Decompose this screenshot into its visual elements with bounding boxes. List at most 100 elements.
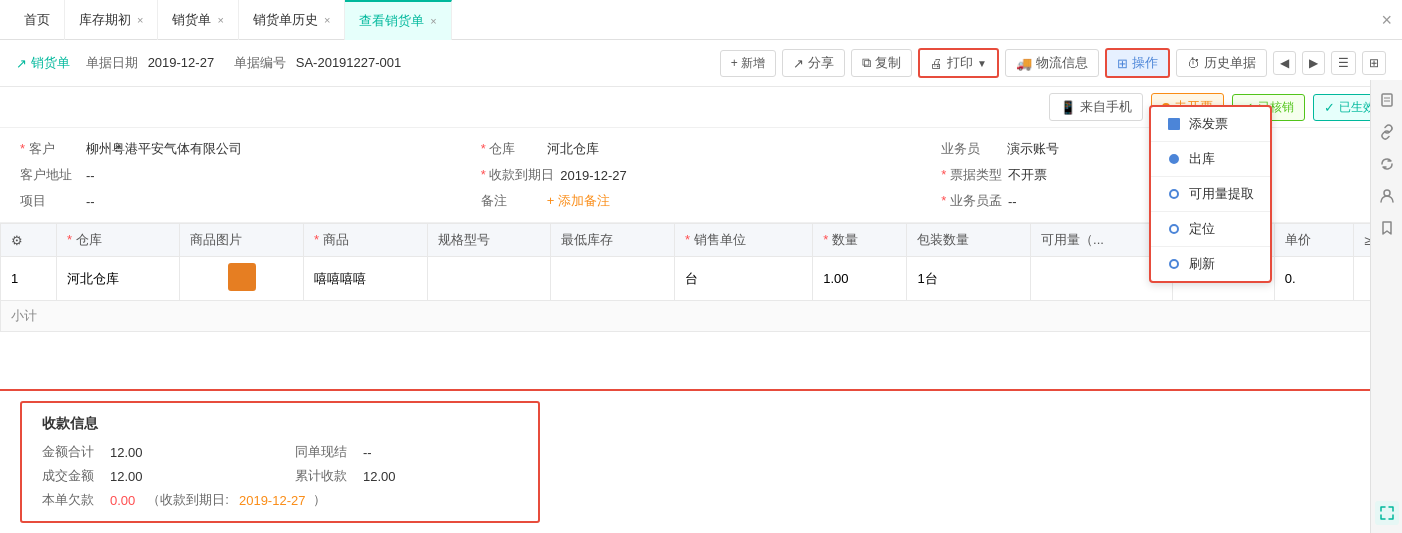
this-order-label: 本单欠款 xyxy=(42,491,102,509)
nav-prev-button[interactable]: ◀ xyxy=(1273,51,1296,75)
bottom-panel: 收款信息 金额合计 12.00 同单现结 -- 成交金额 12.00 累计收款 … xyxy=(0,389,1402,533)
tab-view-sales[interactable]: 查看销货单 × xyxy=(345,0,451,40)
mobile-icon: 📱 xyxy=(1060,100,1076,115)
transaction-value: 12.00 xyxy=(110,469,143,484)
col-warehouse: 仓库 xyxy=(56,224,180,257)
salesman-label: 业务员孟 xyxy=(941,192,1002,210)
transaction-item: 成交金额 12.00 xyxy=(42,467,265,485)
row-product-image xyxy=(180,257,304,301)
cumulative-value: 12.00 xyxy=(363,469,396,484)
same-order-label: 同单现结 xyxy=(295,443,355,461)
form-header: ↗ 销货单 单据日期 2019-12-27 单据编号 SA-20191227-0… xyxy=(0,40,1402,87)
tab-close-view-sales[interactable]: × xyxy=(430,15,436,27)
operator-label: 业务员 xyxy=(941,140,1001,158)
print-icon: 🖨 xyxy=(930,56,943,71)
same-order-value: -- xyxy=(363,445,372,460)
operation-button[interactable]: ⊞ 操作 xyxy=(1105,48,1170,78)
this-order-value: 0.00 xyxy=(110,493,135,508)
view-grid-button[interactable]: ⊞ xyxy=(1362,51,1386,75)
dropdown-locate[interactable]: 定位 xyxy=(1151,212,1270,247)
payment-title: 收款信息 xyxy=(42,415,518,433)
sidebar-icon-bookmark[interactable] xyxy=(1375,216,1399,240)
row-sales-unit: 台 xyxy=(674,257,812,301)
dropdown-refresh[interactable]: 刷新 xyxy=(1151,247,1270,281)
form-meta: 单据日期 2019-12-27 单据编号 SA-20191227-001 xyxy=(86,54,401,72)
tab-bar: 首页 库存期初 × 销货单 × 销货单历史 × 查看销货单 × × xyxy=(0,0,1402,40)
col-settings[interactable]: ⚙ xyxy=(1,224,57,257)
add-remark-button[interactable]: + 添加备注 xyxy=(547,192,610,210)
due-date-field: 收款到期日 2019-12-27 xyxy=(481,166,922,184)
tab-sales-order[interactable]: 销货单 × xyxy=(158,0,238,40)
doc-no-label: 单据编号 SA-20191227-001 xyxy=(234,54,401,72)
row-quantity: 1.00 xyxy=(813,257,907,301)
main-area: ↗ 销货单 单据日期 2019-12-27 单据编号 SA-20191227-0… xyxy=(0,40,1402,533)
col-quantity: 数量 xyxy=(813,224,907,257)
remark-label: 备注 xyxy=(481,192,541,210)
sidebar-icon-link[interactable] xyxy=(1375,120,1399,144)
customer-value: 柳州粤港平安气体有限公司 xyxy=(86,140,242,158)
add-button[interactable]: + 新增 xyxy=(720,50,776,77)
row-no: 1 xyxy=(1,257,57,301)
remark-field: 备注 + 添加备注 xyxy=(481,192,922,210)
salesman-value: -- xyxy=(1008,194,1017,209)
tab-inventory-init[interactable]: 库存期初 × xyxy=(65,0,158,40)
operator-value: 演示账号 xyxy=(1007,140,1059,158)
amount-total-label: 金额合计 xyxy=(42,443,102,461)
col-pack-qty: 包装数量 xyxy=(907,224,1031,257)
dropdown-out-warehouse[interactable]: 出库 xyxy=(1151,142,1270,177)
col-product-image: 商品图片 xyxy=(180,224,304,257)
warehouse-field: 仓库 河北仓库 xyxy=(481,140,922,158)
share-button[interactable]: ↗ 分享 xyxy=(782,49,845,77)
due-date-label: 收款到期日 xyxy=(481,166,555,184)
form-title-area: ↗ 销货单 单据日期 2019-12-27 单据编号 SA-20191227-0… xyxy=(16,54,401,72)
warehouse-label: 仓库 xyxy=(481,140,541,158)
ticket-type-value: 不开票 xyxy=(1008,166,1047,184)
transaction-label: 成交金额 xyxy=(42,467,102,485)
amount-total-item: 金额合计 12.00 xyxy=(42,443,265,461)
history-button[interactable]: ⏱ 历史单据 xyxy=(1176,49,1267,77)
logistics-button[interactable]: 🚚 物流信息 xyxy=(1005,49,1099,77)
project-value: -- xyxy=(86,194,95,209)
subtotal-label: 小计 xyxy=(1,301,1402,332)
dropdown-add-invoice[interactable]: 添发票 xyxy=(1151,107,1270,142)
ticket-type-label: 票据类型 xyxy=(941,166,1002,184)
view-list-button[interactable]: ☰ xyxy=(1331,51,1356,75)
address-value: -- xyxy=(86,168,95,183)
copy-icon: ⧉ xyxy=(862,55,871,71)
sidebar-icon-refresh[interactable] xyxy=(1375,152,1399,176)
customer-field: 客户 柳州粤港平安气体有限公司 xyxy=(20,140,461,158)
out-warehouse-icon xyxy=(1167,152,1181,166)
project-field: 项目 -- xyxy=(20,192,461,210)
print-button[interactable]: 🖨 打印 ▼ xyxy=(918,48,999,78)
row-unit-price: 0. xyxy=(1274,257,1354,301)
truck-icon: 🚚 xyxy=(1016,56,1032,71)
due-date-value: 2019-12-27 xyxy=(560,168,627,183)
row-pack-qty: 1台 xyxy=(907,257,1031,301)
col-spec: 规格型号 xyxy=(427,224,551,257)
col-sales-unit: 销售单位 xyxy=(674,224,812,257)
operation-dropdown-menu: 添发票 出库 可用量提取 定位 刷新 xyxy=(1149,105,1272,283)
tab-bar-close-button[interactable]: × xyxy=(1381,9,1392,30)
tab-sales-history[interactable]: 销货单历史 × xyxy=(239,0,345,40)
col-unit-price: 单价 xyxy=(1274,224,1354,257)
tab-home[interactable]: 首页 xyxy=(10,0,65,40)
grid-icon: ⊞ xyxy=(1117,56,1128,71)
sidebar-icon-user[interactable] xyxy=(1375,184,1399,208)
col-min-stock: 最低库存 xyxy=(551,224,675,257)
effective-icon: ✓ xyxy=(1324,100,1335,115)
copy-button[interactable]: ⧉ 复制 xyxy=(851,49,912,77)
share-icon: ↗ xyxy=(793,56,804,71)
subtotal-row: 小计 xyxy=(1,301,1402,332)
nav-next-button[interactable]: ▶ xyxy=(1302,51,1325,75)
payment-info: 收款信息 金额合计 12.00 同单现结 -- 成交金额 12.00 累计收款 … xyxy=(20,401,540,523)
svg-point-3 xyxy=(1384,190,1390,196)
from-mobile-button[interactable]: 📱 来自手机 xyxy=(1049,93,1143,121)
tab-close-sales-order[interactable]: × xyxy=(217,14,223,26)
tab-close-sales-history[interactable]: × xyxy=(324,14,330,26)
sidebar-icon-clipboard[interactable] xyxy=(1375,88,1399,112)
sidebar-icon-expand[interactable] xyxy=(1375,501,1399,525)
dropdown-available-fetch[interactable]: 可用量提取 xyxy=(1151,177,1270,212)
tab-close-inventory-init[interactable]: × xyxy=(137,14,143,26)
add-invoice-icon xyxy=(1167,117,1181,131)
due-date-info-value: 2019-12-27 xyxy=(239,493,306,508)
